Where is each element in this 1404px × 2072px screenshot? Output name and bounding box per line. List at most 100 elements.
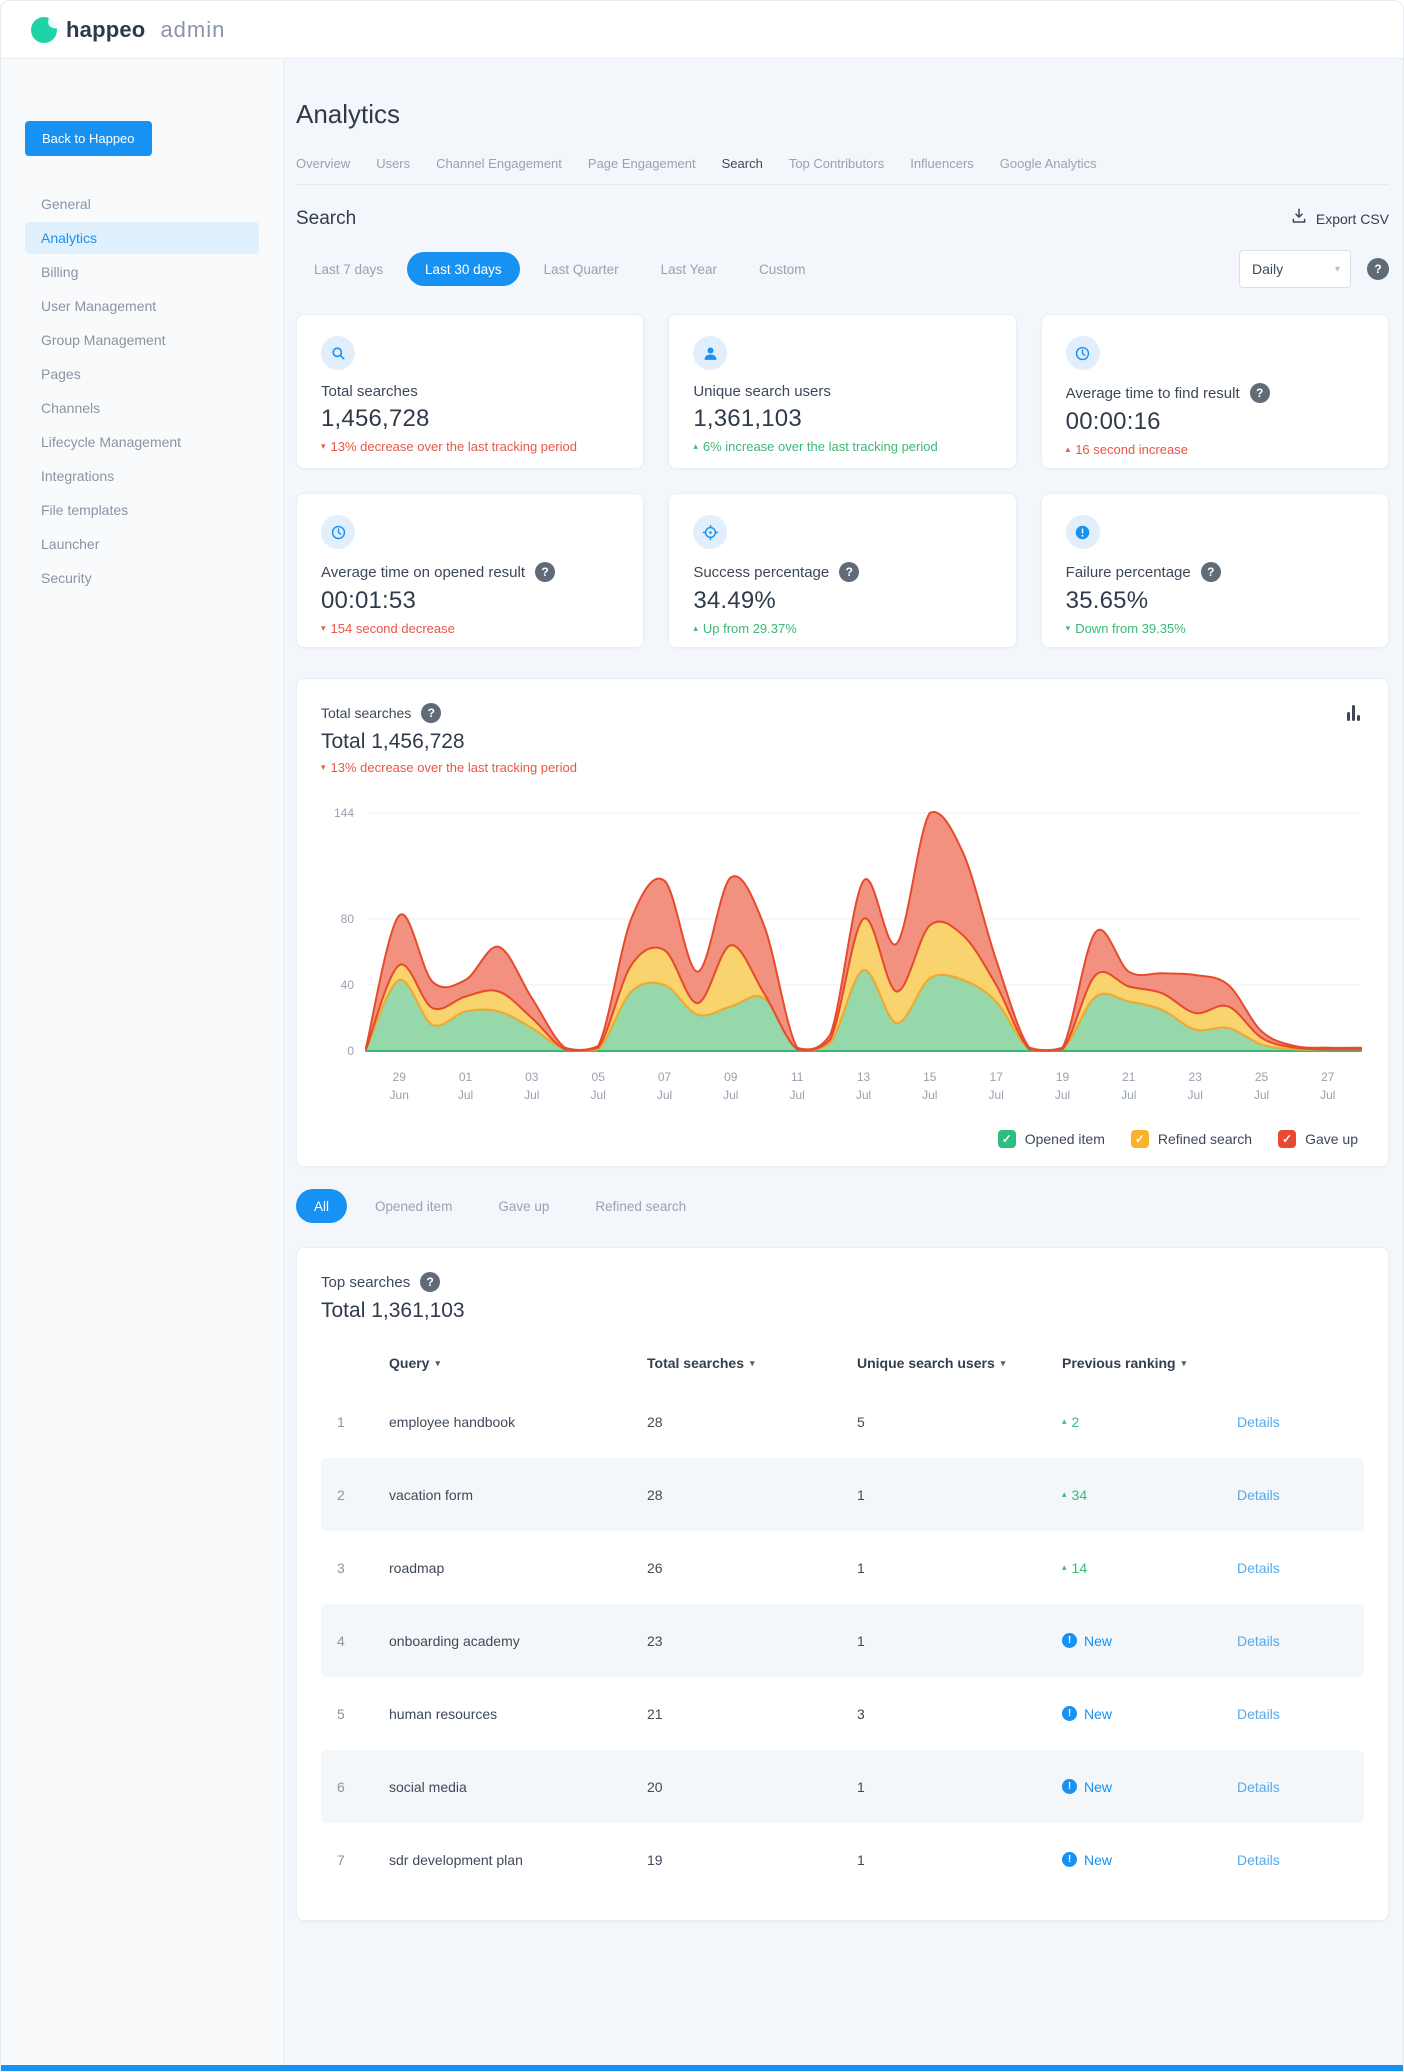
details-link[interactable]: Details xyxy=(1237,1560,1348,1576)
sidebar-item-file-templates[interactable]: File templates xyxy=(25,494,259,526)
column-header-query[interactable]: Query▾ xyxy=(389,1355,647,1371)
row-unique-users: 1 xyxy=(857,1852,1062,1868)
column-header-previous-ranking[interactable]: Previous ranking▾ xyxy=(1062,1355,1237,1371)
top-header: happeo admin xyxy=(1,1,1403,59)
sidebar-item-security[interactable]: Security xyxy=(25,562,259,594)
column-label: Unique search users xyxy=(857,1355,995,1371)
sidebar-item-launcher[interactable]: Launcher xyxy=(25,528,259,560)
svg-text:Jul: Jul xyxy=(989,1088,1004,1102)
table-help-icon[interactable]: ? xyxy=(420,1272,440,1292)
main-content: Analytics OverviewUsersChannel Engagemen… xyxy=(284,59,1403,2065)
row-total-searches: 21 xyxy=(647,1706,857,1722)
legend-refined-search[interactable]: ✓Refined search xyxy=(1131,1130,1252,1148)
details-link[interactable]: Details xyxy=(1237,1852,1348,1868)
export-csv-label: Export CSV xyxy=(1316,211,1389,227)
chart-type-icon[interactable] xyxy=(1347,705,1360,721)
row-rank: 6 xyxy=(337,1779,389,1795)
column-header-unique-search-users[interactable]: Unique search users ▾ xyxy=(857,1355,1062,1371)
sidebar-item-pages[interactable]: Pages xyxy=(25,358,259,390)
granularity-help-icon[interactable]: ? xyxy=(1367,258,1389,280)
help-icon[interactable]: ? xyxy=(535,562,555,582)
details-link[interactable]: Details xyxy=(1237,1487,1348,1503)
table-body: 1employee handbook285▴2Details2vacation … xyxy=(321,1385,1364,1896)
time-range-last-quarter[interactable]: Last Quarter xyxy=(526,252,637,286)
tab-top-contributors[interactable]: Top Contributors xyxy=(789,156,884,171)
tab-page-engagement[interactable]: Page Engagement xyxy=(588,156,696,171)
time-range-last-year[interactable]: Last Year xyxy=(643,252,735,286)
help-icon[interactable]: ? xyxy=(839,562,859,582)
info-icon: ! xyxy=(1062,1852,1077,1867)
series-pill-opened-item[interactable]: Opened item xyxy=(357,1189,470,1223)
row-total-searches: 26 xyxy=(647,1560,857,1576)
triangle-down-icon: ▾ xyxy=(321,623,326,634)
legend-opened-item[interactable]: ✓Opened item xyxy=(998,1130,1105,1148)
sidebar-item-group-management[interactable]: Group Management xyxy=(25,324,259,356)
previous-ranking-new: !New xyxy=(1062,1779,1237,1795)
granularity-select[interactable]: Daily ▾ xyxy=(1239,250,1351,288)
sidebar-item-user-management[interactable]: User Management xyxy=(25,290,259,322)
sort-arrow-icon: ▾ xyxy=(1001,1358,1006,1369)
svg-text:11: 11 xyxy=(791,1070,804,1084)
time-range-last-30-days[interactable]: Last 30 days xyxy=(407,252,520,286)
triangle-up-icon: ▴ xyxy=(1062,1489,1067,1500)
sidebar-item-channels[interactable]: Channels xyxy=(25,392,259,424)
export-csv-button[interactable]: Export CSV xyxy=(1290,207,1389,230)
svg-text:Jul: Jul xyxy=(1055,1088,1070,1102)
previous-ranking-value: New xyxy=(1084,1706,1112,1722)
tab-users[interactable]: Users xyxy=(376,156,410,171)
svg-text:Jul: Jul xyxy=(723,1088,738,1102)
table-row: 1employee handbook285▴2Details xyxy=(321,1385,1364,1458)
tab-google-analytics[interactable]: Google Analytics xyxy=(1000,156,1097,171)
stat-delta-text: 13% decrease over the last tracking peri… xyxy=(331,439,577,454)
series-pill-all[interactable]: All xyxy=(296,1189,347,1223)
row-unique-users: 3 xyxy=(857,1706,1062,1722)
back-to-happeo-button[interactable]: Back to Happeo xyxy=(25,121,152,156)
series-pill-refined-search[interactable]: Refined search xyxy=(577,1189,704,1223)
svg-text:Jul: Jul xyxy=(856,1088,871,1102)
row-rank: 5 xyxy=(337,1706,389,1722)
svg-text:01: 01 xyxy=(459,1070,473,1084)
tab-influencers[interactable]: Influencers xyxy=(910,156,974,171)
svg-text:Jul: Jul xyxy=(922,1088,937,1102)
details-link[interactable]: Details xyxy=(1237,1633,1348,1649)
row-rank: 1 xyxy=(337,1414,389,1430)
stat-delta: ▾Down from 39.35% xyxy=(1066,621,1364,636)
stat-card-unique-search-users: Unique search users1,361,103▴6% increase… xyxy=(668,314,1016,469)
chart-help-icon[interactable]: ? xyxy=(421,703,441,723)
sidebar-item-billing[interactable]: Billing xyxy=(25,256,259,288)
previous-ranking-new: !New xyxy=(1062,1706,1237,1722)
details-link[interactable]: Details xyxy=(1237,1414,1348,1430)
row-rank: 4 xyxy=(337,1633,389,1649)
table-row: 4onboarding academy231!NewDetails xyxy=(321,1604,1364,1677)
stat-label: Success percentage xyxy=(693,564,829,581)
stat-delta-text: 16 second increase xyxy=(1075,442,1188,457)
time-range-last-7-days[interactable]: Last 7 days xyxy=(296,252,401,286)
previous-ranking-up: ▴2 xyxy=(1062,1414,1237,1430)
previous-ranking-value: New xyxy=(1084,1779,1112,1795)
triangle-down-icon: ▾ xyxy=(321,762,326,773)
svg-text:144: 144 xyxy=(334,806,354,820)
help-icon[interactable]: ? xyxy=(1250,383,1270,403)
tab-search[interactable]: Search xyxy=(722,156,763,171)
sidebar-item-general[interactable]: General xyxy=(25,188,259,220)
previous-ranking-value: 14 xyxy=(1072,1560,1088,1576)
series-pill-gave-up[interactable]: Gave up xyxy=(480,1189,567,1223)
tab-channel-engagement[interactable]: Channel Engagement xyxy=(436,156,562,171)
details-link[interactable]: Details xyxy=(1237,1706,1348,1722)
triangle-up-icon: ▴ xyxy=(693,623,698,634)
time-range-custom[interactable]: Custom xyxy=(741,252,824,286)
sidebar-item-integrations[interactable]: Integrations xyxy=(25,460,259,492)
stat-delta-text: 6% increase over the last tracking perio… xyxy=(703,439,938,454)
logo-text-bold: happeo xyxy=(66,17,145,43)
tab-overview[interactable]: Overview xyxy=(296,156,350,171)
details-link[interactable]: Details xyxy=(1237,1779,1348,1795)
column-header-total-searches[interactable]: Total searches▾ xyxy=(647,1355,857,1371)
help-icon[interactable]: ? xyxy=(1201,562,1221,582)
happeo-logo-icon xyxy=(31,17,57,43)
sidebar-item-analytics[interactable]: Analytics xyxy=(25,222,259,254)
total-searches-chart-card: Total searches ? Total 1,456,728 ▾ 13% d… xyxy=(296,678,1389,1167)
previous-ranking-value: New xyxy=(1084,1852,1112,1868)
sidebar-item-lifecycle-management[interactable]: Lifecycle Management xyxy=(25,426,259,458)
svg-text:23: 23 xyxy=(1189,1070,1203,1084)
legend-gave-up[interactable]: ✓Gave up xyxy=(1278,1130,1358,1148)
